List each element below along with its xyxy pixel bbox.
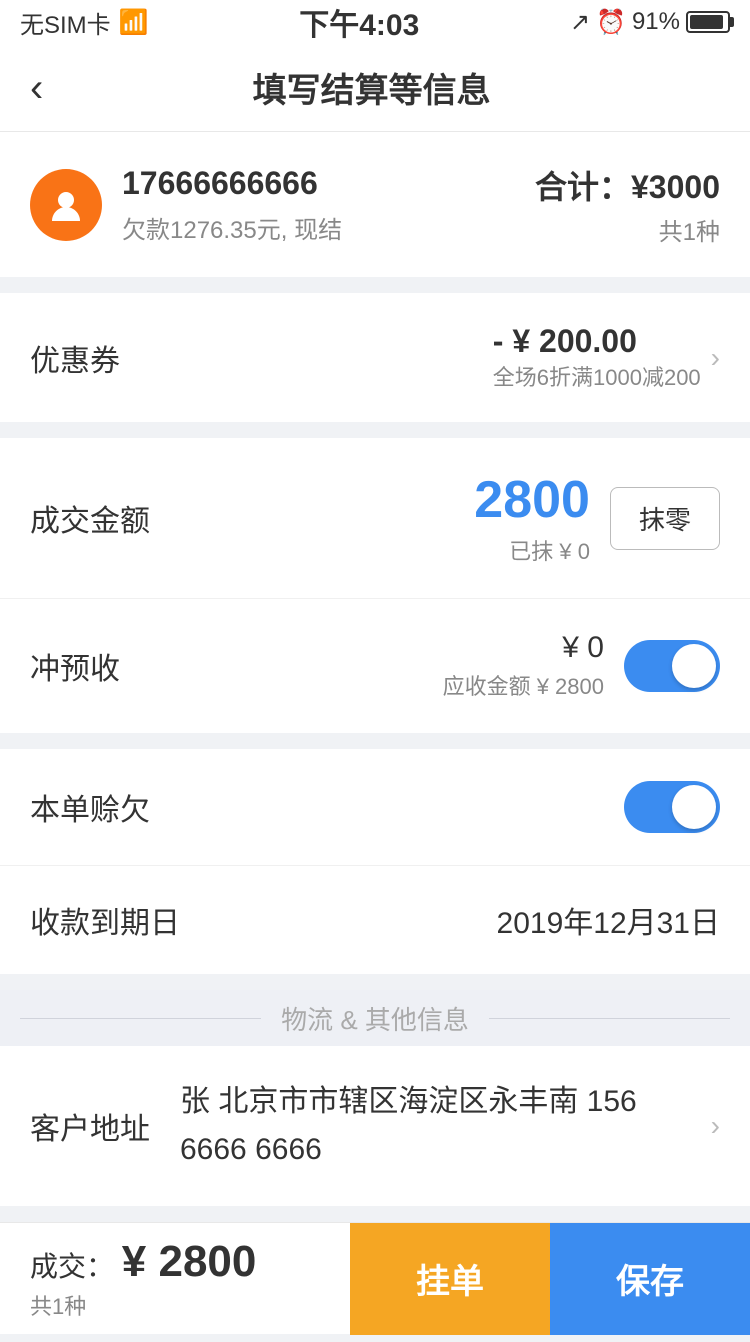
deal-amount-right: 2800 已抹 ¥ 0 抹零 — [474, 470, 720, 566]
prepay-row: 冲预收 ¥ 0 应收金额 ¥ 2800 — [0, 599, 750, 733]
customer-right: 合计：¥3000 共1种 — [535, 162, 720, 247]
address-chevron-icon: › — [711, 1110, 720, 1142]
wifi-icon: 📶 — [119, 8, 149, 37]
total-count: 共1种 — [535, 212, 720, 247]
due-date-value: 2019年12月31日 — [497, 898, 720, 942]
divider-line-right — [489, 1018, 730, 1019]
status-bar: 无SIM卡 📶 下午4:03 ↗ ⏰ 91% — [0, 0, 750, 44]
customer-phone: 17666666666 — [122, 165, 342, 202]
bottom-total-amount: ¥ 2800 — [122, 1237, 257, 1286]
prepay-amount-wrap: ¥ 0 应收金额 ¥ 2800 — [443, 631, 604, 701]
round-down-button[interactable]: 抹零 — [610, 487, 720, 550]
coupon-discount: - ¥ 200.00 — [493, 323, 701, 360]
coupon-label: 优惠券 — [30, 336, 120, 380]
customer-info: 17666666666 欠款1276.35元, 现结 — [122, 165, 342, 245]
battery-icon — [686, 11, 730, 33]
due-date-label: 收款到期日 — [30, 898, 180, 942]
prepay-right: ¥ 0 应收金额 ¥ 2800 — [443, 631, 720, 701]
due-date-row: 收款到期日 2019年12月31日 — [0, 866, 750, 974]
bottom-count: 共1种 — [30, 1289, 320, 1321]
deal-amount-row: 成交金额 2800 已抹 ¥ 0 抹零 — [0, 438, 750, 599]
bottom-bar: 成交： ¥ 2800 共1种 挂单 保存 — [0, 1222, 750, 1334]
customer-left: 17666666666 欠款1276.35元, 现结 — [30, 165, 342, 245]
prepay-toggle[interactable] — [624, 640, 720, 692]
status-left: 无SIM卡 📶 — [20, 5, 149, 40]
arrears-toggle[interactable] — [624, 781, 720, 833]
battery-percent: 91% — [632, 8, 680, 36]
arrears-section: 本单赊欠 收款到期日 2019年12月31日 — [0, 749, 750, 974]
prepay-amount-value: ¥ 0 — [443, 631, 604, 665]
status-right: ↗ ⏰ 91% — [570, 8, 730, 37]
back-button[interactable]: ‹ — [30, 68, 43, 108]
amount-wrap: 2800 已抹 ¥ 0 — [474, 470, 590, 566]
save-button[interactable]: 保存 — [550, 1223, 750, 1335]
logistics-divider: 物流 & 其他信息 — [0, 990, 750, 1046]
arrears-right — [624, 781, 720, 833]
address-card[interactable]: 客户地址 张 北京市市辖区海淀区永丰南 156 6666 6666 › — [0, 1046, 750, 1206]
bottom-info: 成交： ¥ 2800 共1种 — [0, 1237, 350, 1321]
alarm-icon: ⏰ — [596, 8, 626, 37]
bottom-deal-label: 成交： ¥ 2800 — [30, 1237, 320, 1287]
address-label: 客户地址 — [30, 1104, 150, 1148]
coupon-row[interactable]: 优惠券 - ¥ 200.00 全场6折满1000减200 › — [0, 293, 750, 422]
nav-bar: ‹ 填写结算等信息 — [0, 44, 750, 132]
coupon-chevron-icon: › — [711, 342, 720, 374]
bottom-deal-prefix: 成交： — [30, 1251, 114, 1282]
prepay-toggle-knob — [672, 644, 716, 688]
deal-amount-sub: 已抹 ¥ 0 — [474, 534, 590, 566]
arrears-toggle-knob — [672, 785, 716, 829]
status-time: 下午4:03 — [299, 0, 419, 44]
avatar — [30, 169, 102, 241]
arrears-row: 本单赊欠 — [0, 749, 750, 866]
coupon-desc: 全场6折满1000减200 — [493, 360, 701, 392]
main-content: 17666666666 欠款1276.35元, 现结 合计：¥3000 共1种 … — [0, 132, 750, 1342]
customer-debt: 欠款1276.35元, 现结 — [122, 210, 342, 245]
hold-button[interactable]: 挂单 — [350, 1223, 550, 1335]
prepay-label: 冲预收 — [30, 644, 120, 688]
coupon-right: - ¥ 200.00 全场6折满1000减200 › — [493, 323, 720, 392]
logistics-label: 物流 & 其他信息 — [281, 1000, 469, 1037]
arrears-label: 本单赊欠 — [30, 785, 150, 829]
address-value: 张 北京市市辖区海淀区永丰南 156 6666 6666 — [180, 1078, 711, 1174]
prepay-sub: 应收金额 ¥ 2800 — [443, 669, 604, 701]
page-title: 填写结算等信息 — [63, 63, 680, 112]
carrier-label: 无SIM卡 — [20, 5, 111, 40]
customer-card: 17666666666 欠款1276.35元, 现结 合计：¥3000 共1种 — [0, 132, 750, 277]
location-icon: ↗ — [570, 8, 590, 37]
deal-amount-value: 2800 — [474, 470, 590, 530]
deal-amount-section: 成交金额 2800 已抹 ¥ 0 抹零 冲预收 ¥ 0 应收金额 ¥ 2800 — [0, 438, 750, 733]
deal-amount-label: 成交金额 — [30, 496, 150, 540]
total-amount: 合计：¥3000 — [535, 162, 720, 208]
divider-line-left — [20, 1018, 261, 1019]
